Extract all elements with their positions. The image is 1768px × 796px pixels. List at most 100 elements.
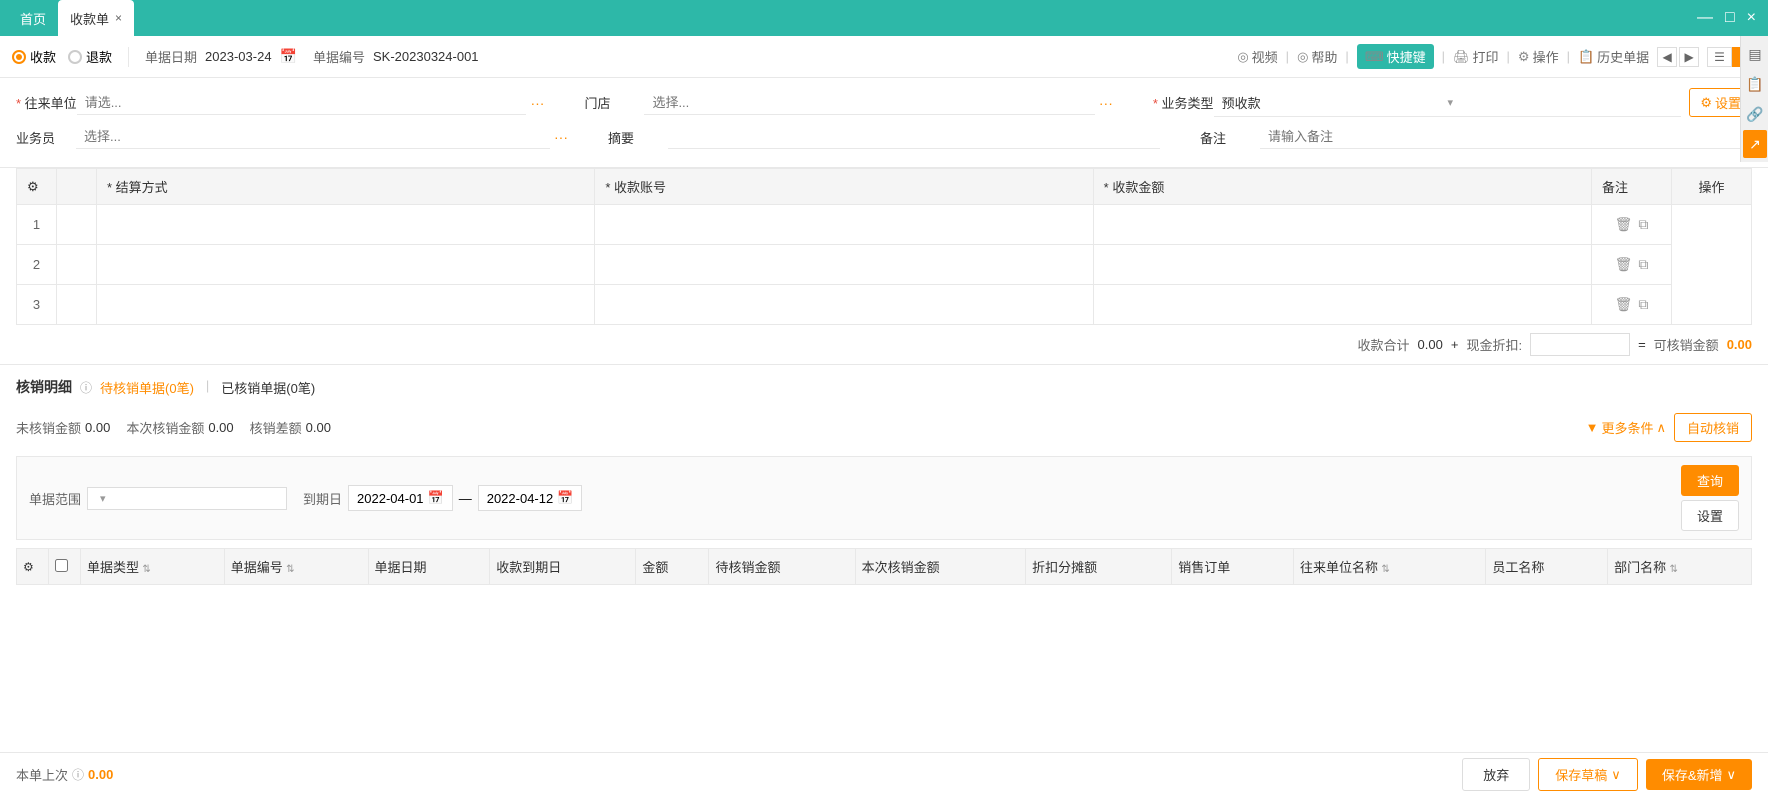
row-2-account[interactable]	[97, 245, 595, 285]
save-new-button[interactable]: 保存&新增 ∨	[1646, 759, 1752, 790]
settings-gear-icon: ⚙	[1700, 95, 1712, 111]
section-header: 核销明细 ⓘ 待核销单据(0笔) | 已核销单据(0笔)	[16, 377, 1752, 397]
toolbar-actions: ◎ 视频 | ◎ 帮助 | ⌨ 快捷键 | 🖨 打印 | ⚙ 操作	[1237, 44, 1756, 69]
filter-date-to[interactable]: 2022-04-12 📅	[478, 485, 583, 511]
section-info-icon[interactable]: ⓘ	[80, 379, 92, 396]
row-1-delete-icon[interactable]: 🗑	[1615, 216, 1633, 233]
action-history[interactable]: 📋 历史单据	[1578, 47, 1649, 66]
nav-prev-icon[interactable]: ◀	[1657, 47, 1677, 67]
row-3-remarks[interactable]	[1093, 285, 1591, 325]
sidebar-btn-3[interactable]: 🔗	[1743, 100, 1767, 128]
diff-value: 0.00	[306, 420, 331, 435]
sort-counterparty-icon[interactable]: ⇅	[1381, 564, 1389, 575]
store-input[interactable]	[644, 91, 1094, 115]
action-operations[interactable]: ⚙ 操作	[1518, 47, 1559, 66]
th-num	[57, 169, 97, 205]
action-shortcuts[interactable]: ⌨ 快捷键	[1357, 44, 1434, 69]
row-3-copy-icon[interactable]: ⧉	[1638, 296, 1648, 313]
nav-tab-active[interactable]: 收款单 ×	[58, 0, 134, 36]
window-close-icon[interactable]: ×	[1743, 7, 1760, 29]
tab-pending[interactable]: 待核销单据(0笔)	[100, 378, 194, 397]
discount-input[interactable]	[1530, 333, 1630, 356]
nav-next-icon[interactable]: ▶	[1679, 47, 1699, 67]
summary-input[interactable]	[668, 125, 1160, 149]
history-icon: 📋	[1578, 49, 1594, 65]
th-gear[interactable]: ⚙	[17, 169, 57, 205]
bth-gear[interactable]: ⚙	[17, 549, 49, 585]
staff-more-icon[interactable]: ···	[554, 129, 568, 145]
row-1-amount[interactable]	[595, 205, 1093, 245]
row-1-remarks[interactable]	[1093, 205, 1591, 245]
row-2-amount[interactable]	[595, 245, 1093, 285]
row-2-delete-icon[interactable]: 🗑	[1615, 256, 1633, 273]
radio-tuikuan[interactable]: 退款	[68, 47, 112, 66]
row-3-settle[interactable]	[57, 285, 97, 325]
doc-num-label: 单据编号	[313, 47, 365, 66]
business-type-select[interactable]: 预收款 ▾	[1214, 89, 1682, 117]
minimize-icon[interactable]: —	[1693, 7, 1717, 29]
more-filter-btn[interactable]: ▼ 更多条件 ∧	[1586, 418, 1666, 437]
row-1-account[interactable]	[97, 205, 595, 245]
store-more-icon[interactable]: ···	[1099, 95, 1113, 111]
bth-due-date-label: 收款到期日	[496, 560, 561, 575]
sidebar-btn-1[interactable]: ▤	[1743, 40, 1767, 68]
store-field: 门店 ···	[584, 91, 1112, 115]
row-3-delete-icon[interactable]: 🗑	[1615, 296, 1633, 313]
current-writeoff-value: 0.00	[208, 420, 233, 435]
row-3-amount[interactable]	[595, 285, 1093, 325]
filter-settings-button[interactable]: 设置	[1681, 500, 1739, 531]
counterparty-more-icon[interactable]: ···	[530, 95, 544, 111]
row-2-settle[interactable]	[57, 245, 97, 285]
radio-tuikuan-dot	[68, 50, 82, 64]
total-label: 收款合计	[1358, 335, 1410, 354]
remarks-input[interactable]	[1260, 125, 1752, 149]
query-button[interactable]: 查询	[1681, 465, 1739, 496]
sidebar-btn-4[interactable]: ↗	[1743, 130, 1767, 158]
doc-date-field: 单据日期 2023-03-24 📅	[145, 47, 297, 66]
maximize-icon[interactable]: □	[1721, 7, 1739, 29]
row-3-account[interactable]	[97, 285, 595, 325]
bth-counterparty-label: 往来单位名称	[1300, 560, 1378, 575]
staff-input[interactable]	[76, 125, 550, 149]
row-2-copy-icon[interactable]: ⧉	[1638, 256, 1648, 273]
current-writeoff-label: 本次核销金额	[126, 418, 204, 437]
counterparty-input[interactable]	[77, 91, 527, 115]
sort-doc-type-icon[interactable]: ⇅	[142, 564, 150, 575]
view-list-btn[interactable]: ☰	[1707, 47, 1732, 67]
auto-writeoff-button[interactable]: 自动核销	[1674, 413, 1752, 442]
row-3-num: 3	[17, 285, 57, 325]
row-1-settle[interactable]	[57, 205, 97, 245]
doc-date-calendar-icon[interactable]: 📅	[280, 48, 297, 65]
payment-table: ⚙ * 结算方式 * 收款账号 * 收款金额 备注 操作	[16, 168, 1752, 325]
action-print[interactable]: 🖨 打印	[1453, 47, 1499, 66]
th-account-num-label: * 收款账号	[605, 180, 666, 195]
bottom-table: ⚙ 单据类型 ⇅ 单据编号 ⇅ 单据日期	[16, 548, 1752, 585]
toolbar-divider-1	[128, 47, 129, 67]
radio-shoukuan[interactable]: 收款	[12, 47, 56, 66]
row-1-copy-icon[interactable]: ⧉	[1638, 216, 1648, 233]
filter-range-select[interactable]: ▾	[87, 487, 287, 510]
sort-dept-icon[interactable]: ⇅	[1670, 564, 1678, 575]
tab-completed[interactable]: 已核销单据(0笔)	[221, 378, 315, 397]
sidebar-btn-2[interactable]: 📋	[1743, 70, 1767, 98]
action-video[interactable]: ◎ 视频	[1237, 47, 1277, 66]
main-content: 收款 退款 单据日期 2023-03-24 📅 单据编号 SK-20230324…	[0, 36, 1768, 796]
bth-dept-label: 部门名称	[1614, 560, 1666, 575]
th-remarks-label: 备注	[1602, 180, 1628, 195]
nav-tab-home[interactable]: 首页	[8, 0, 58, 36]
sort-doc-num-icon[interactable]: ⇅	[286, 564, 294, 575]
row-2-remarks[interactable]	[1093, 245, 1591, 285]
stat-uncleared: 未核销金额 0.00	[16, 418, 110, 437]
close-tab-icon[interactable]: ×	[115, 11, 122, 25]
keyboard-icon: ⌨	[1365, 49, 1384, 65]
filter-date-from[interactable]: 2022-04-01 📅	[348, 485, 453, 511]
select-all-checkbox[interactable]	[55, 559, 68, 572]
bth-checkbox[interactable]	[49, 549, 81, 585]
save-draft-chevron-icon[interactable]: ∨	[1611, 767, 1621, 783]
save-draft-button[interactable]: 保存草稿 ∨	[1538, 758, 1638, 791]
bth-doc-num: 单据编号 ⇅	[224, 549, 368, 585]
action-help[interactable]: ◎ 帮助	[1297, 47, 1337, 66]
save-new-chevron-icon[interactable]: ∨	[1726, 767, 1736, 783]
abandon-button[interactable]: 放弃	[1462, 758, 1530, 791]
footer-info-icon[interactable]: ⓘ	[72, 766, 84, 783]
